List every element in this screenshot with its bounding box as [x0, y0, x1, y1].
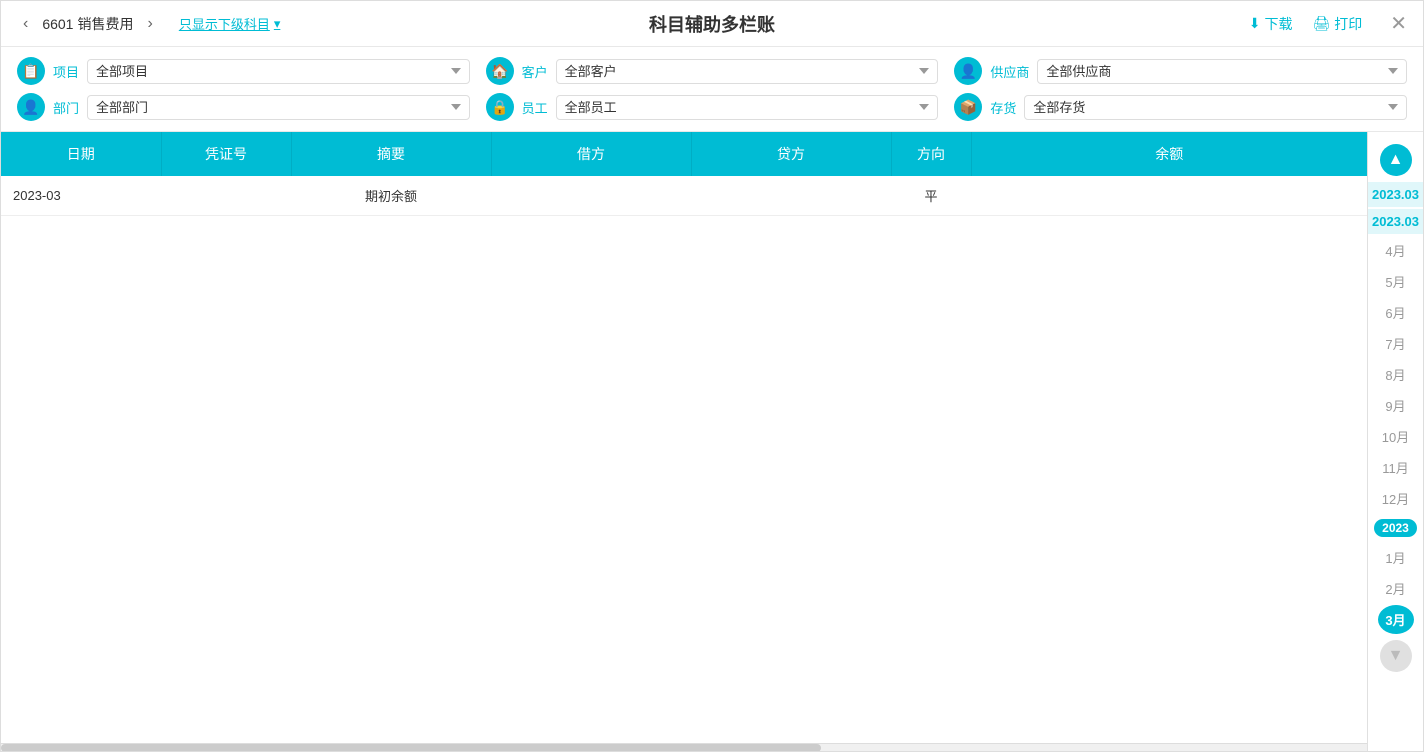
table-area: 日期 凭证号 摘要 借方 贷方 方向 余额 2023-03 期初余额	[1, 132, 1367, 751]
page-title: 科目辅助多栏账	[649, 11, 775, 37]
sidebar-month-6[interactable]: 6月	[1368, 298, 1423, 327]
sidebar-month-12[interactable]: 12月	[1368, 484, 1423, 513]
download-button[interactable]: ⬇ 下载	[1249, 14, 1293, 34]
filter-row-employee: 🔒 员工 全部员工	[486, 93, 939, 121]
employee-label: 员工	[522, 98, 548, 117]
top-bar: ‹ 6601 销售费用 › 只显示下级科目 ▾ 科目辅助多栏账 ⬇ 下载 🖨 打…	[1, 1, 1423, 47]
col-summary: 摘要	[291, 132, 491, 176]
cell-balance	[971, 176, 1367, 216]
customer-icon: 🏠	[486, 57, 514, 85]
download-icon: ⬇	[1249, 15, 1261, 32]
content-wrapper: 日期 凭证号 摘要 借方 贷方 方向 余额 2023-03 期初余额	[1, 132, 1423, 751]
sidebar-month-5[interactable]: 5月	[1368, 267, 1423, 296]
department-icon: 👤	[17, 93, 45, 121]
sidebar-month-11[interactable]: 11月	[1368, 453, 1423, 482]
print-label: 打印	[1334, 14, 1362, 34]
customer-label: 客户	[522, 62, 548, 81]
cell-credit	[691, 176, 891, 216]
show-sub-label: 只显示下级科目	[179, 14, 270, 33]
cell-direction: 平	[891, 176, 971, 216]
inventory-label: 存货	[990, 98, 1016, 117]
filter-row-inventory: 📦 存货 全部存货	[954, 93, 1407, 121]
cell-debit	[491, 176, 691, 216]
supplier-icon: 👤	[954, 57, 982, 85]
print-button[interactable]: 🖨 打印	[1312, 14, 1362, 34]
right-sidebar: ▲ 2023.03 2023.03 4月 5月 6月 7月 8月 9月 10月 …	[1367, 132, 1423, 751]
cell-date: 2023-03	[1, 176, 161, 216]
sidebar-up-btn[interactable]: ▲	[1380, 144, 1412, 176]
col-credit: 贷方	[691, 132, 891, 176]
table-row: 2023-03 期初余额 平	[1, 176, 1367, 216]
col-direction: 方向	[891, 132, 971, 176]
filter-row-customer: 🏠 客户 全部客户	[486, 57, 939, 85]
account-code: 6601	[42, 16, 73, 32]
filter-row-project: 📋 项目 全部项目	[17, 57, 470, 85]
cell-summary: 期初余额	[291, 176, 491, 216]
year-badge: 2023	[1374, 519, 1417, 537]
horizontal-scrollbar[interactable]	[1, 743, 1367, 751]
col-balance: 余额	[971, 132, 1367, 176]
supplier-label: 供应商	[990, 62, 1029, 81]
supplier-select[interactable]: 全部供应商	[1037, 59, 1407, 84]
download-label: 下载	[1264, 14, 1292, 34]
sidebar-month-2023-03-sel[interactable]: 2023.03	[1368, 209, 1423, 234]
print-icon: 🖨	[1312, 15, 1330, 32]
main-window: ‹ 6601 销售费用 › 只显示下级科目 ▾ 科目辅助多栏账 ⬇ 下载 🖨 打…	[0, 0, 1424, 752]
inventory-icon: 📦	[954, 93, 982, 121]
chevron-down-icon: ▾	[274, 16, 281, 32]
account-code-box: 6601 销售费用	[42, 14, 133, 34]
cell-voucher	[161, 176, 291, 216]
employee-select[interactable]: 全部员工	[556, 95, 939, 120]
project-icon: 📋	[17, 57, 45, 85]
data-table: 日期 凭证号 摘要 借方 贷方 方向 余额 2023-03 期初余额	[1, 132, 1367, 216]
department-label: 部门	[53, 98, 79, 117]
account-name: 销售费用	[77, 14, 133, 34]
next-account-btn[interactable]: ›	[141, 13, 158, 35]
show-sub-button[interactable]: 只显示下级科目 ▾	[179, 14, 281, 33]
filter-area: 📋 项目 全部项目 🏠 客户 全部客户 👤 供应商 全部供应商 👤 部门 全	[1, 47, 1423, 132]
col-debit: 借方	[491, 132, 691, 176]
sidebar-month-2023-03-top[interactable]: 2023.03	[1368, 182, 1423, 207]
sidebar-month-1[interactable]: 1月	[1368, 543, 1423, 572]
col-date: 日期	[1, 132, 161, 176]
customer-select[interactable]: 全部客户	[556, 59, 939, 84]
scrollbar-thumb[interactable]	[1, 744, 821, 751]
inventory-select[interactable]: 全部存货	[1024, 95, 1407, 120]
sidebar-month-9[interactable]: 9月	[1368, 391, 1423, 420]
sidebar-month-10[interactable]: 10月	[1368, 422, 1423, 451]
prev-account-btn[interactable]: ‹	[17, 13, 34, 35]
close-button[interactable]: ✕	[1390, 11, 1407, 36]
filter-row-supplier: 👤 供应商 全部供应商	[954, 57, 1407, 85]
col-voucher: 凭证号	[161, 132, 291, 176]
sidebar-month-3-active[interactable]: 3月	[1378, 605, 1414, 634]
project-label: 项目	[53, 62, 79, 81]
employee-icon: 🔒	[486, 93, 514, 121]
sidebar-down-btn[interactable]: ▼	[1380, 640, 1412, 672]
top-actions: ⬇ 下载 🖨 打印 ✕	[1249, 11, 1407, 36]
filter-row-department: 👤 部门 全部部门	[17, 93, 470, 121]
project-select[interactable]: 全部项目	[87, 59, 470, 84]
department-select[interactable]: 全部部门	[87, 95, 470, 120]
sidebar-month-8[interactable]: 8月	[1368, 360, 1423, 389]
sidebar-month-4[interactable]: 4月	[1368, 236, 1423, 265]
sidebar-month-7[interactable]: 7月	[1368, 329, 1423, 358]
sidebar-month-2[interactable]: 2月	[1368, 574, 1423, 603]
